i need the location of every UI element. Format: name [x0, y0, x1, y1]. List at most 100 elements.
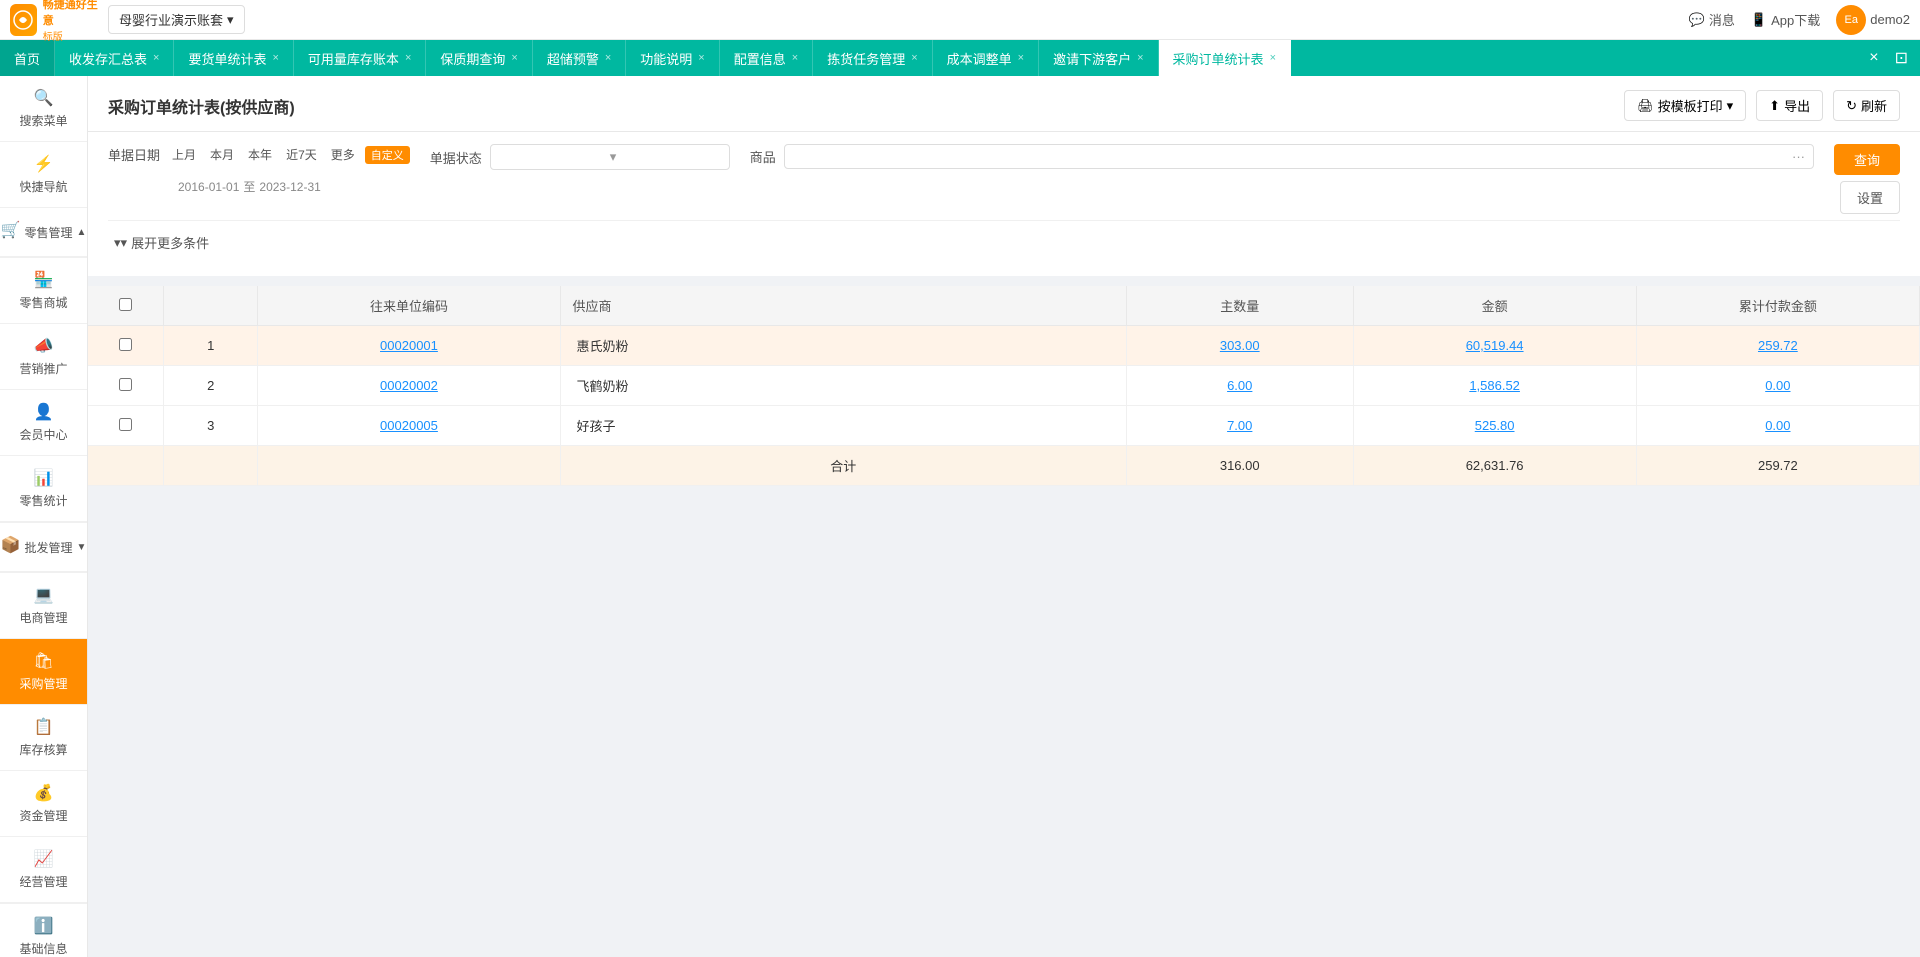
setting-button[interactable]: 设置 — [1840, 181, 1900, 214]
row-code[interactable]: 00020005 — [258, 406, 560, 446]
custom-badge[interactable]: 自定义 — [365, 146, 410, 164]
goods-input-wrapper: ··· — [784, 144, 1814, 169]
sidebar-item-basic-info[interactable]: ℹ️ 基础信息 — [0, 904, 87, 957]
ellipsis-btn[interactable]: ··· — [1792, 149, 1805, 164]
row-supplier: 惠氏奶粉 — [560, 326, 1126, 366]
date-filter-label: 单据日期 — [108, 145, 160, 164]
row-checkbox[interactable] — [119, 338, 132, 351]
tab-config-info[interactable]: 配置信息 × — [720, 40, 813, 76]
row-paid[interactable]: 259.72 — [1636, 326, 1919, 366]
row-paid[interactable]: 0.00 — [1636, 366, 1919, 406]
row-code[interactable]: 00020001 — [258, 326, 560, 366]
header-actions: 🖨 按模板打印 ▾ ⬆ 导出 ↻ 刷新 — [1624, 90, 1900, 121]
table-area: 往来单位编码 供应商 主数量 金额 累计付款金额 — [88, 286, 1920, 486]
select-all-checkbox[interactable] — [119, 298, 132, 311]
th-checkbox — [88, 286, 164, 326]
tab-expiry-query[interactable]: 保质期查询 × — [426, 40, 532, 76]
sidebar-item-operation-mgmt[interactable]: 📈 经营管理 — [0, 837, 87, 904]
sidebar-item-search[interactable]: 🔍 搜索菜单 — [0, 76, 87, 142]
row-checkbox[interactable] — [119, 418, 132, 431]
status-filter: 单据状态 ▾ — [430, 144, 730, 170]
tab-home[interactable]: 首页 — [0, 40, 55, 76]
row-amount[interactable]: 1,586.52 — [1353, 366, 1636, 406]
logo-icon — [10, 4, 37, 36]
th-supplier: 供应商 — [560, 286, 1126, 326]
query-button[interactable]: 查询 — [1834, 144, 1900, 175]
workspace-selector[interactable]: 母婴行业演示账套 ▾ — [108, 5, 245, 34]
row-no: 3 — [164, 406, 258, 446]
row-supplier: 好孩子 — [560, 406, 1126, 446]
sidebar-item-wholesale-mgmt[interactable]: 📦 批发管理 ▼ — [0, 523, 87, 573]
nav-close-btn[interactable]: × — [1865, 45, 1882, 71]
refresh-button[interactable]: ↻ 刷新 — [1833, 90, 1900, 121]
th-no — [164, 286, 258, 326]
tab-order-stats[interactable]: 要货单统计表 × — [174, 40, 293, 76]
row-code[interactable]: 00020002 — [258, 366, 560, 406]
sidebar-item-retail-mgmt[interactable]: 🛒 零售管理 ▲ — [0, 208, 87, 258]
sidebar-item-ecommerce[interactable]: 💻 电商管理 — [0, 573, 87, 639]
user-avatar-area[interactable]: Ea demo2 — [1836, 5, 1910, 35]
status-filter-label: 单据状态 — [430, 148, 482, 167]
th-paid: 累计付款金额 — [1636, 286, 1919, 326]
footer-paid: 259.72 — [1636, 446, 1919, 486]
sidebar-item-member-center[interactable]: 👤 会员中心 — [0, 390, 87, 456]
tab-purchase-stats[interactable]: 采购订单统计表 × — [1159, 40, 1291, 76]
row-qty[interactable]: 303.00 — [1126, 326, 1353, 366]
filter-main-row: 单据日期 上月 本月 本年 近7天 更多 自定义 — [108, 144, 1814, 170]
sidebar-item-marketing[interactable]: 📣 营销推广 — [0, 324, 87, 390]
expand-button[interactable]: ▾▾ 展开更多条件 — [114, 227, 1894, 258]
sidebar-item-retail-mall[interactable]: 🏪 零售商城 — [0, 258, 87, 324]
sidebar-item-retail-stats[interactable]: 📊 零售统计 — [0, 456, 87, 523]
sidebar-item-purchase-mgmt[interactable]: 🛍 采购管理 — [0, 639, 87, 705]
row-qty[interactable]: 7.00 — [1126, 406, 1353, 446]
tab-function-desc[interactable]: 功能说明 × — [626, 40, 719, 76]
nav-maximize-btn[interactable]: ⊡ — [1891, 44, 1912, 72]
date-range: 2016-01-01 至 2023-12-31 — [178, 178, 1814, 195]
app-download-btn[interactable]: 📱 App下载 — [1751, 10, 1820, 29]
logo-text: 畅捷通好生意 标版 — [43, 0, 98, 43]
sidebar-item-quick-nav[interactable]: ⚡ 快捷导航 — [0, 142, 87, 208]
tab-overstock-warning[interactable]: 超储预警 × — [533, 40, 626, 76]
print-button[interactable]: 🖨 按模板打印 ▾ — [1624, 90, 1746, 121]
shortcut-this-month[interactable]: 本月 — [206, 144, 238, 165]
row-checkbox[interactable] — [119, 378, 132, 391]
row-supplier: 飞鹤奶粉 — [560, 366, 1126, 406]
row-paid[interactable]: 0.00 — [1636, 406, 1919, 446]
table-body: 1 00020001 惠氏奶粉 303.00 60,519.44 259.72 … — [88, 326, 1920, 446]
message-btn[interactable]: 💬 消息 — [1689, 10, 1735, 29]
row-amount[interactable]: 60,519.44 — [1353, 326, 1636, 366]
goods-search-input[interactable] — [793, 149, 1792, 164]
row-no: 2 — [164, 366, 258, 406]
page-title: 采购订单统计表(按供应商) — [108, 94, 295, 118]
shortcut-7days[interactable]: 近7天 — [282, 144, 321, 165]
filter-left: 单据日期 上月 本月 本年 近7天 更多 自定义 — [108, 144, 1814, 195]
export-button[interactable]: ⬆ 导出 — [1756, 90, 1823, 121]
filter-right-actions: 查询 设置 — [1814, 144, 1900, 214]
shortcut-more[interactable]: 更多 — [327, 144, 359, 165]
row-qty[interactable]: 6.00 — [1126, 366, 1353, 406]
row-no: 1 — [164, 326, 258, 366]
table-footer-row: 合计 316.00 62,631.76 259.72 — [88, 446, 1920, 486]
tab-invite-customer[interactable]: 邀请下游客户 × — [1039, 40, 1158, 76]
goods-filter: 商品 ··· — [750, 144, 1814, 169]
page-header: 采购订单统计表(按供应商) 🖨 按模板打印 ▾ ⬆ 导出 ↻ 刷新 — [88, 76, 1920, 132]
filter-top-row: 单据日期 上月 本月 本年 近7天 更多 自定义 — [108, 144, 1900, 214]
shortcut-last-month[interactable]: 上月 — [168, 144, 200, 165]
avatar: Ea — [1836, 5, 1866, 35]
status-select[interactable]: ▾ — [490, 144, 730, 170]
sidebar-item-inventory[interactable]: 📋 库存核算 — [0, 705, 87, 771]
sidebar-item-finance[interactable]: 💰 资金管理 — [0, 771, 87, 837]
tab-receive-summary[interactable]: 收发存汇总表 × — [55, 40, 174, 76]
main-layout: 🔍 搜索菜单 ⚡ 快捷导航 🛒 零售管理 ▲ 🏪 零售商城 📣 营销推广 👤 会… — [0, 76, 1920, 957]
nav-tabs: 首页 收发存汇总表 × 要货单统计表 × 可用量库存账本 × 保质期查询 × 超… — [0, 40, 1920, 76]
expand-row: ▾▾ 展开更多条件 — [108, 220, 1900, 264]
tab-available-stock[interactable]: 可用量库存账本 × — [294, 40, 426, 76]
data-table: 往来单位编码 供应商 主数量 金额 累计付款金额 — [88, 286, 1920, 486]
row-amount[interactable]: 525.80 — [1353, 406, 1636, 446]
th-qty: 主数量 — [1126, 286, 1353, 326]
tab-cost-adjust[interactable]: 成本调整单 × — [933, 40, 1039, 76]
shortcut-this-year[interactable]: 本年 — [244, 144, 276, 165]
th-amount: 金额 — [1353, 286, 1636, 326]
table-header-row: 往来单位编码 供应商 主数量 金额 累计付款金额 — [88, 286, 1920, 326]
tab-pick-task[interactable]: 拣货任务管理 × — [813, 40, 932, 76]
